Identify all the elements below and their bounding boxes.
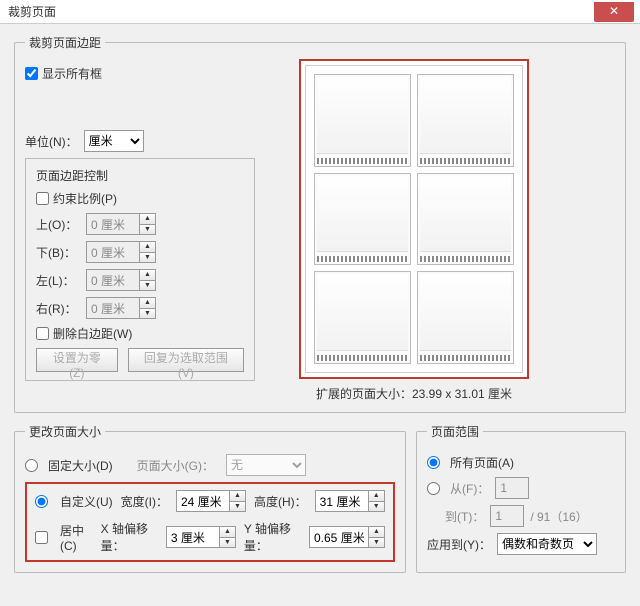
- spin-down-icon[interactable]: ▼: [140, 225, 155, 235]
- revert-button[interactable]: 回复为选取范围(V): [128, 348, 244, 372]
- to-label: 到(T)：: [445, 508, 484, 525]
- center-label: 居中(C): [60, 522, 93, 553]
- y-offset-input[interactable]: [309, 526, 369, 548]
- preview-thumb: [314, 74, 411, 167]
- preview-thumb: [314, 173, 411, 266]
- show-all-label: 显示所有框: [42, 65, 102, 82]
- top-input[interactable]: [86, 213, 140, 235]
- fixed-size-radio[interactable]: [25, 459, 38, 472]
- remove-white-checkbox[interactable]: [36, 327, 49, 340]
- show-all-checkbox[interactable]: [25, 67, 38, 80]
- x-offset-input[interactable]: [166, 526, 220, 548]
- preview-thumb: [417, 74, 514, 167]
- preview-caption: 扩展的页面大小：23.99 x 31.01 厘米: [299, 385, 529, 402]
- bottom-label: 下(B)：: [36, 244, 86, 261]
- width-label: 宽度(I)：: [121, 493, 168, 510]
- page-size-select[interactable]: 无: [226, 454, 306, 476]
- constrain-checkbox[interactable]: [36, 192, 49, 205]
- page-range-legend: 页面范围: [427, 423, 483, 440]
- crop-margin-group: 裁剪页面边距 显示所有框 单位(N)： 厘米 页面边距控制: [14, 34, 626, 413]
- spin-down-icon[interactable]: ▼: [220, 538, 235, 548]
- unit-label: 单位(N)：: [25, 133, 78, 150]
- unit-select[interactable]: 厘米: [84, 130, 144, 152]
- margin-control-group: 页面边距控制 约束比例(P) 上(O)： ▲▼ 下(B)： ▲▼ 左(L)：: [25, 158, 255, 381]
- page-size-label: 页面大小(G)：: [137, 457, 214, 474]
- change-size-group: 更改页面大小 固定大小(D) 页面大小(G)： 无 自定义(U) 宽度(I)： …: [14, 423, 406, 573]
- spin-up-icon[interactable]: ▲: [140, 242, 155, 253]
- left-input[interactable]: [86, 269, 140, 291]
- close-button[interactable]: ✕: [594, 2, 634, 22]
- margin-control-legend: 页面边距控制: [36, 167, 244, 184]
- height-label: 高度(H)：: [254, 493, 307, 510]
- y-offset-label: Y 轴偏移量：: [244, 520, 301, 554]
- preview-thumb: [417, 173, 514, 266]
- center-checkbox[interactable]: [35, 531, 48, 544]
- remove-white-label: 删除白边距(W): [53, 325, 132, 342]
- from-label: 从(F)：: [450, 480, 489, 497]
- spin-up-icon[interactable]: ▲: [230, 491, 245, 502]
- crop-margin-legend: 裁剪页面边距: [25, 34, 105, 51]
- spin-up-icon[interactable]: ▲: [369, 491, 384, 502]
- apply-to-label: 应用到(Y)：: [427, 536, 491, 553]
- spin-up-icon[interactable]: ▲: [140, 270, 155, 281]
- change-size-legend: 更改页面大小: [25, 423, 105, 440]
- bottom-input[interactable]: [86, 241, 140, 263]
- preview-thumb: [417, 271, 514, 364]
- from-input[interactable]: [495, 477, 529, 499]
- spin-down-icon[interactable]: ▼: [140, 253, 155, 263]
- preview-box: [299, 59, 529, 379]
- custom-size-radio[interactable]: [35, 495, 48, 508]
- preview-thumb: [314, 271, 411, 364]
- page-total: / 91（16）: [530, 508, 587, 525]
- spin-down-icon[interactable]: ▼: [140, 309, 155, 319]
- spin-down-icon[interactable]: ▼: [369, 502, 384, 512]
- right-label: 右(R)：: [36, 300, 86, 317]
- all-pages-label: 所有页面(A): [450, 454, 514, 471]
- title-bar: 裁剪页面 ✕: [0, 0, 640, 24]
- to-input[interactable]: [490, 505, 524, 527]
- preview-page: [305, 65, 523, 373]
- left-label: 左(L)：: [36, 272, 86, 289]
- page-range-group: 页面范围 所有页面(A) 从(F)： 到(T)： / 91（16） 应用到(Y)…: [416, 423, 626, 573]
- custom-size-highlight: 自定义(U) 宽度(I)： ▲▼ 高度(H)： ▲▼ 居中(C) X 轴偏移量：…: [25, 482, 395, 562]
- spin-down-icon[interactable]: ▼: [140, 281, 155, 291]
- right-input[interactable]: [86, 297, 140, 319]
- spin-up-icon[interactable]: ▲: [369, 527, 384, 538]
- fixed-size-label: 固定大小(D): [48, 457, 113, 474]
- x-offset-label: X 轴偏移量：: [101, 520, 158, 554]
- top-label: 上(O)：: [36, 216, 86, 233]
- apply-to-select[interactable]: 偶数和奇数页: [497, 533, 597, 555]
- spin-up-icon[interactable]: ▲: [140, 214, 155, 225]
- window-title: 裁剪页面: [8, 3, 56, 20]
- spin-up-icon[interactable]: ▲: [220, 527, 235, 538]
- custom-size-label: 自定义(U): [60, 493, 113, 510]
- spin-down-icon[interactable]: ▼: [230, 502, 245, 512]
- constrain-label: 约束比例(P): [53, 190, 117, 207]
- spin-up-icon[interactable]: ▲: [140, 298, 155, 309]
- width-input[interactable]: [176, 490, 230, 512]
- all-pages-radio[interactable]: [427, 456, 440, 469]
- set-zero-button[interactable]: 设置为零(Z): [36, 348, 118, 372]
- spin-down-icon[interactable]: ▼: [369, 538, 384, 548]
- from-radio[interactable]: [427, 482, 440, 495]
- height-input[interactable]: [315, 490, 369, 512]
